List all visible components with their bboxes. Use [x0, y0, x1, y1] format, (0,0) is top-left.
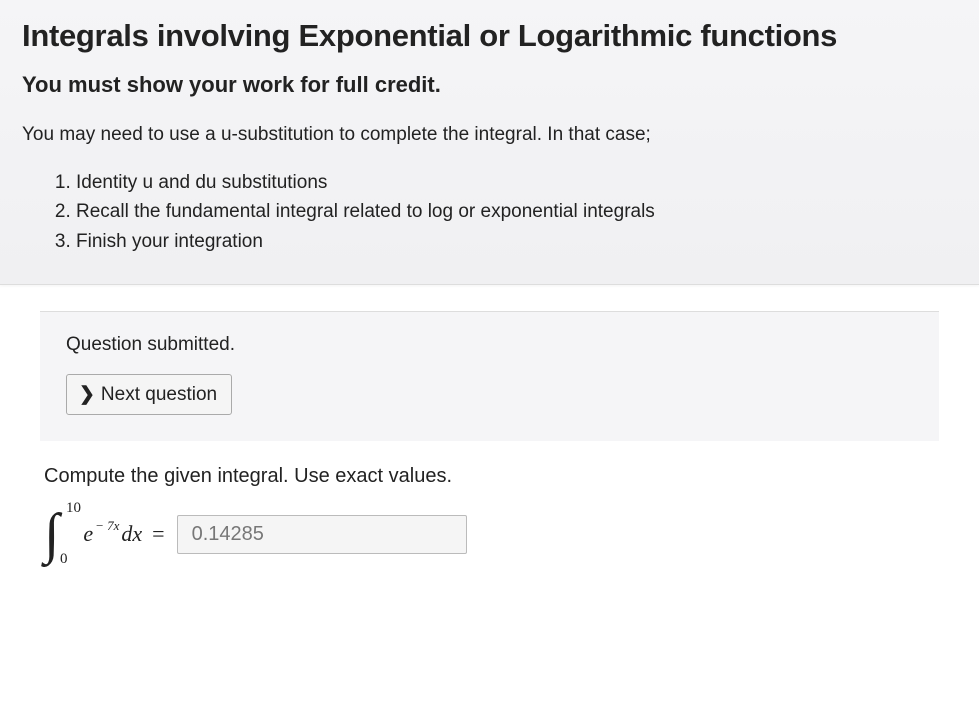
credit-notice: You must show your work for full credit.: [22, 72, 957, 98]
steps-list: Identity u and du substitutions Recall t…: [22, 168, 957, 256]
status-message: Question submitted.: [66, 334, 913, 356]
status-panel: Question submitted. ❯ Next question: [40, 311, 939, 441]
integral-lower-limit: 0: [60, 551, 68, 568]
integral-upper-limit: 10: [66, 500, 81, 517]
integrand: e− 7xdx: [83, 521, 142, 547]
equals-sign: =: [152, 521, 164, 547]
next-question-button[interactable]: ❯ Next question: [66, 374, 232, 415]
content-area: Question submitted. ❯ Next question Compu…: [0, 285, 979, 562]
chevron-right-icon: ❯: [79, 384, 95, 405]
integrand-dx: dx: [121, 521, 142, 547]
step-item: Finish your integration: [76, 227, 957, 256]
equation-row: ∫ 10 0 e− 7xdx =: [44, 506, 957, 562]
step-item: Identity u and du substitutions: [76, 168, 957, 197]
integral-symbol-block: ∫ 10 0: [44, 506, 59, 562]
integral-icon: ∫: [44, 506, 59, 562]
answer-input[interactable]: [177, 515, 467, 554]
integrand-base: e: [83, 521, 93, 547]
page-title: Integrals involving Exponential or Logar…: [22, 18, 957, 54]
next-label: Next question: [101, 384, 217, 405]
question-instruction: Compute the given integral. Use exact va…: [44, 465, 935, 488]
integrand-exponent: − 7x: [95, 518, 119, 534]
header-panel: Integrals involving Exponential or Logar…: [0, 0, 979, 285]
step-item: Recall the fundamental integral related …: [76, 197, 957, 226]
intro-text: You may need to use a u-substitution to …: [22, 124, 957, 146]
